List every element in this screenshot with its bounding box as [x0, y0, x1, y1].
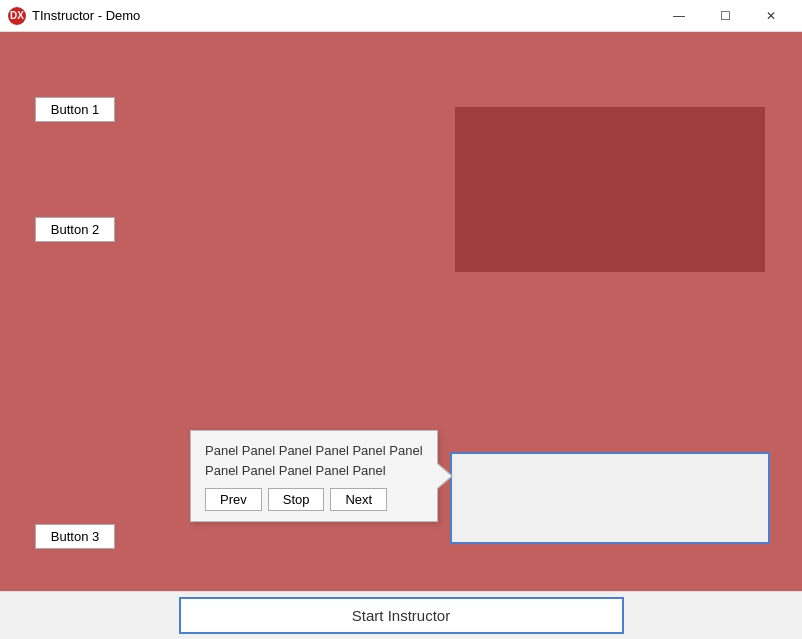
next-button[interactable]: Next: [330, 488, 387, 511]
bottom-bar: Start Instructor: [0, 591, 802, 639]
title-bar-left: DX TInstructor - Demo: [8, 7, 140, 25]
title-bar: DX TInstructor - Demo — ☐ ✕: [0, 0, 802, 32]
button-1[interactable]: Button 1: [35, 97, 115, 122]
tooltip-panel: Panel Panel Panel Panel Panel Panel Pane…: [190, 430, 438, 522]
stop-button[interactable]: Stop: [268, 488, 325, 511]
button-3[interactable]: Button 3: [35, 524, 115, 549]
window-controls: — ☐ ✕: [656, 0, 794, 32]
tooltip-button-group: Prev Stop Next: [205, 488, 423, 511]
minimize-button[interactable]: —: [656, 0, 702, 32]
maximize-button[interactable]: ☐: [702, 0, 748, 32]
inner-rect: [455, 107, 765, 272]
prev-button[interactable]: Prev: [205, 488, 262, 511]
start-instructor-button[interactable]: Start Instructor: [179, 597, 624, 634]
close-button[interactable]: ✕: [748, 0, 794, 32]
blue-outlined-box: [450, 452, 770, 544]
button-2[interactable]: Button 2: [35, 217, 115, 242]
tooltip-text: Panel Panel Panel Panel Panel Panel Pane…: [205, 441, 423, 480]
app-icon: DX: [8, 7, 26, 25]
window-title: TInstructor - Demo: [32, 8, 140, 23]
main-area: Button 1 Button 2 Button 3 Panel Panel P…: [0, 32, 802, 591]
